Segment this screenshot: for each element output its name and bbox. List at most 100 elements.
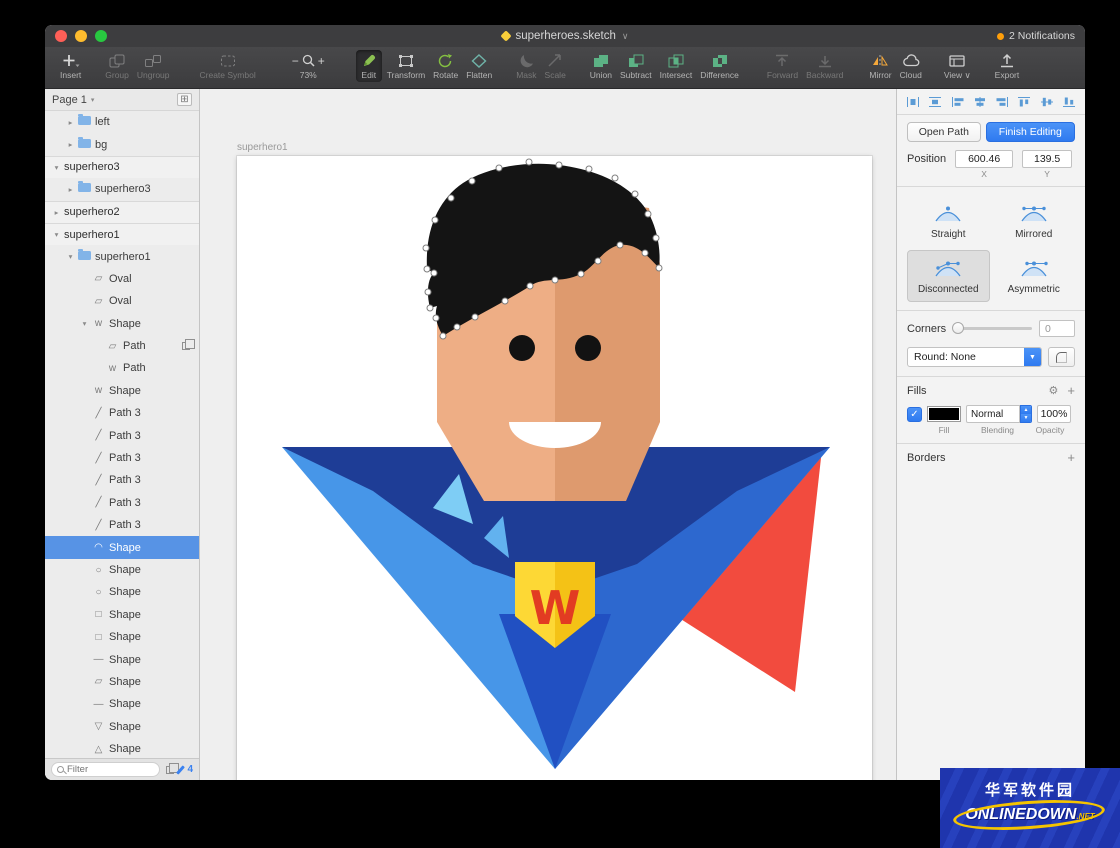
- finish-editing-button[interactable]: Finish Editing: [985, 122, 1075, 142]
- toolbar-transform-button[interactable]: Transform: [384, 50, 428, 82]
- toolbar-mirror-button[interactable]: Mirror: [866, 50, 894, 82]
- layer-row-shape[interactable]: ▾ w Shape: [45, 313, 199, 335]
- disclosure-icon[interactable]: ▸: [65, 185, 76, 194]
- disclosure-icon[interactable]: ▾: [51, 230, 62, 239]
- point-type-straight[interactable]: Straight: [907, 195, 990, 247]
- layer-row-superhero1[interactable]: ▾ superhero1: [45, 245, 199, 267]
- layer-row-left[interactable]: ▸ left: [45, 111, 199, 133]
- layer-row-path-3[interactable]: ╱ Path 3: [45, 424, 199, 446]
- toolbar-mask-button[interactable]: Mask: [513, 50, 539, 82]
- corners-slider[interactable]: [952, 322, 1032, 334]
- layer-row-oval[interactable]: ▱ Oval: [45, 268, 199, 290]
- toolbar-edit-button[interactable]: Edit: [355, 50, 382, 82]
- disclosure-icon[interactable]: ▸: [65, 140, 76, 149]
- layer-row-shape[interactable]: — Shape: [45, 693, 199, 715]
- align-center-horizontal-icon[interactable]: [973, 96, 987, 108]
- toolbar-group-button[interactable]: Group: [102, 50, 132, 82]
- layer-row-shape[interactable]: ○ Shape: [45, 581, 199, 603]
- fill-color-swatch[interactable]: [927, 406, 961, 422]
- layer-row-shape[interactable]: ▱ Shape: [45, 671, 199, 693]
- minimize-button[interactable]: [75, 30, 87, 42]
- artboard-label[interactable]: superhero1: [237, 142, 288, 153]
- filter-input[interactable]: [67, 764, 155, 775]
- toolbar-union-button[interactable]: Union: [587, 50, 615, 82]
- layer-row-shape[interactable]: w Shape: [45, 380, 199, 402]
- opacity-field[interactable]: 100%: [1037, 405, 1071, 423]
- point-type-disconnected[interactable]: Disconnected: [907, 250, 990, 302]
- distribute-horizontal-icon[interactable]: [906, 96, 920, 108]
- layer-row-superhero2[interactable]: ▸ superhero2: [45, 200, 199, 223]
- toolbar-scale-button[interactable]: Scale: [542, 50, 569, 82]
- align-left-icon[interactable]: [951, 96, 965, 108]
- layer-row-path-3[interactable]: ╱ Path 3: [45, 402, 199, 424]
- disclosure-icon[interactable]: ▸: [51, 208, 62, 217]
- toolbar-difference-button[interactable]: Difference: [697, 50, 742, 82]
- layer-row-path-3[interactable]: ╱ Path 3: [45, 447, 199, 469]
- layer-row-superhero3[interactable]: ▸ superhero3: [45, 178, 199, 200]
- toolbar-insert-button[interactable]: Insert: [57, 50, 84, 82]
- align-right-icon[interactable]: [995, 96, 1009, 108]
- layer-row-path-3[interactable]: ╱ Path 3: [45, 492, 199, 514]
- page-selector[interactable]: Page 1 ▾ ⊞: [45, 89, 199, 111]
- slider-knob[interactable]: [952, 322, 965, 334]
- layer-row-shape[interactable]: ▽ Shape: [45, 716, 199, 738]
- layer-row-path-3[interactable]: ╱ Path 3: [45, 514, 199, 536]
- pages-grid-icon[interactable]: ⊞: [177, 93, 192, 106]
- toolbar-flatten-button[interactable]: Flatten: [463, 50, 495, 82]
- artboard[interactable]: W: [237, 156, 872, 780]
- layer-row-superhero3[interactable]: ▾ superhero3: [45, 155, 199, 179]
- toolbar-forward-button[interactable]: Forward: [764, 50, 801, 82]
- duplicate-icon[interactable]: [166, 762, 180, 774]
- disclosure-icon[interactable]: ▾: [65, 252, 76, 261]
- disclosure-icon[interactable]: ▾: [79, 319, 90, 328]
- layer-row-path-3[interactable]: ╱ Path 3: [45, 469, 199, 491]
- toolbar-subtract-button[interactable]: Subtract: [617, 50, 655, 82]
- layer-row-shape[interactable]: △ Shape: [45, 738, 199, 758]
- corner-radius-button[interactable]: [1048, 347, 1075, 367]
- align-bottom-icon[interactable]: [1062, 96, 1076, 108]
- toolbar-backward-button[interactable]: Backward: [803, 50, 846, 82]
- layer-row-bg[interactable]: ▸ bg: [45, 133, 199, 155]
- open-path-button[interactable]: Open Path: [907, 122, 981, 142]
- distribute-vertical-icon[interactable]: [928, 96, 942, 108]
- add-border-icon[interactable]: +: [1067, 450, 1075, 465]
- add-fill-icon[interactable]: +: [1067, 383, 1075, 398]
- canvas[interactable]: superhero1 W: [200, 89, 896, 780]
- layer-row-superhero1[interactable]: ▾ superhero1: [45, 222, 199, 246]
- layer-row-oval[interactable]: ▱ Oval: [45, 290, 199, 312]
- zoom-button[interactable]: [95, 30, 107, 42]
- align-top-icon[interactable]: [1017, 96, 1031, 108]
- layer-row-shape[interactable]: □ Shape: [45, 604, 199, 626]
- point-type-mirrored[interactable]: Mirrored: [993, 195, 1076, 247]
- layer-row-shape[interactable]: ○ Shape: [45, 559, 199, 581]
- point-type-asymmetric[interactable]: Asymmetric: [993, 250, 1076, 302]
- align-middle-vertical-icon[interactable]: [1040, 96, 1054, 108]
- round-dropdown[interactable]: Round: None ▼: [907, 347, 1042, 367]
- layer-row-path[interactable]: ▱ Path: [45, 335, 199, 357]
- layer-row-path[interactable]: w Path: [45, 357, 199, 379]
- toolbar-cloud-button[interactable]: Cloud: [897, 50, 925, 82]
- title-chevron-icon[interactable]: ∨: [622, 31, 629, 42]
- blending-dropdown[interactable]: Normal: [966, 405, 1020, 423]
- disclosure-icon[interactable]: ▾: [51, 163, 62, 172]
- x-position-field[interactable]: 600.46: [955, 150, 1014, 168]
- toolbar-export-button[interactable]: Export: [992, 50, 1023, 82]
- layer-row-shape[interactable]: — Shape: [45, 648, 199, 670]
- notifications-indicator[interactable]: 2 Notifications: [997, 25, 1075, 47]
- close-button[interactable]: [55, 30, 67, 42]
- filter-searchbox[interactable]: [51, 762, 161, 777]
- toolbar-rotate-button[interactable]: Rotate: [430, 50, 461, 82]
- toolbar-create-symbol-button[interactable]: Create Symbol: [197, 50, 259, 82]
- disclosure-icon[interactable]: ▸: [65, 118, 76, 127]
- toolbar-ungroup-button[interactable]: Ungroup: [134, 50, 173, 82]
- toolbar-73--button[interactable]: − + 73%: [287, 50, 330, 82]
- fill-checkbox[interactable]: ✓: [907, 406, 922, 422]
- gear-icon[interactable]: ⚙: [1049, 384, 1059, 397]
- corners-value-field[interactable]: 0: [1039, 320, 1075, 337]
- toolbar-view-button[interactable]: View ∨: [941, 50, 974, 83]
- y-position-field[interactable]: 139.5: [1022, 150, 1073, 168]
- blending-stepper[interactable]: ▲ ▼: [1020, 405, 1032, 423]
- toolbar-intersect-button[interactable]: Intersect: [657, 50, 696, 82]
- layer-row-shape[interactable]: □ Shape: [45, 626, 199, 648]
- layer-row-shape[interactable]: ◠ Shape: [45, 536, 199, 559]
